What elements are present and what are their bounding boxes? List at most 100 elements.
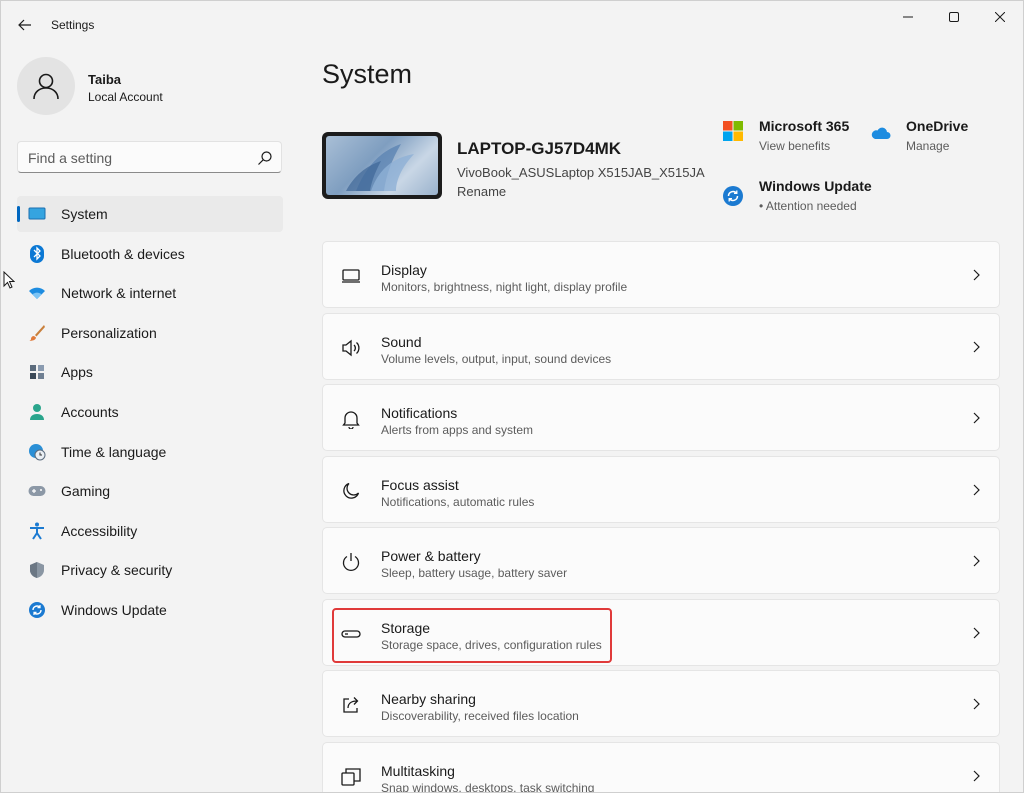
page-title: System [322, 59, 413, 89]
shield-icon [28, 561, 46, 579]
card-title: Notifications [381, 405, 458, 421]
card-subtitle: Storage space, drives, configuration rul… [381, 637, 602, 652]
card-title: Focus assist [381, 476, 459, 493]
card-subtitle: Snap windows, desktops, task switching [381, 780, 595, 793]
quick-link-subtitle: View benefits [759, 139, 831, 153]
card-subtitle: Discoverability, received files location [381, 709, 579, 723]
accessibility-icon [28, 522, 46, 540]
focus-assist-card[interactable]: Focus assist Notifications, automatic ru… [322, 455, 1000, 523]
multitasking-icon [340, 766, 362, 788]
chevron-right-icon [973, 770, 980, 781]
apps-icon [28, 363, 46, 381]
share-icon [340, 694, 362, 716]
search-input[interactable] [28, 148, 248, 168]
highlight-box [332, 607, 612, 663]
chevron-right-icon [973, 341, 980, 352]
sidebar-item-personalization[interactable]: Personalization [17, 315, 283, 351]
chevron-right-icon [973, 555, 980, 567]
user-avatar-icon [33, 73, 59, 100]
sidebar-item-gaming[interactable]: Gaming [17, 473, 283, 509]
onedrive-cloud-icon [871, 127, 891, 139]
card-subtitle: Notifications, automatic rules [381, 494, 535, 509]
card-title: Storage [381, 619, 431, 636]
quick-link-title: Windows Update [759, 178, 872, 194]
quick-link-subtitle: • Attention needed [759, 199, 857, 213]
notifications-card[interactable]: Notifications Alerts from apps and syste… [322, 384, 1000, 451]
sidebar-item-label: Bluetooth & devices [61, 245, 185, 262]
chevron-right-icon [973, 627, 980, 638]
maximize-button[interactable] [931, 1, 977, 33]
paintbrush-icon [28, 324, 46, 342]
chevron-right-icon [973, 412, 980, 424]
rename-link[interactable]: Rename [457, 184, 506, 199]
display-icon [340, 265, 362, 287]
sidebar-item-apps[interactable]: Apps [17, 354, 283, 390]
sidebar-item-accessibility[interactable]: Accessibility [17, 513, 283, 549]
storage-card[interactable]: Storage Storage space, drives, configura… [322, 598, 1000, 666]
bluetooth-icon [28, 244, 46, 263]
search-box[interactable] [17, 141, 282, 173]
sidebar-item-label: Accounts [61, 403, 119, 420]
card-subtitle: Monitors, brightness, night light, displ… [381, 280, 628, 294]
laptop-screen-icon [28, 205, 46, 223]
card-title: Multitasking [381, 762, 455, 779]
storage-drive-icon [340, 623, 362, 645]
sidebar-item-privacy-security[interactable]: Privacy & security [17, 552, 283, 588]
power-battery-card[interactable]: Power & battery Sleep, battery usage, ba… [322, 527, 1000, 594]
power-icon [340, 551, 362, 573]
speaker-icon [340, 337, 362, 359]
sidebar-item-label: Privacy & security [61, 562, 173, 579]
quick-link-subtitle: Manage [906, 139, 950, 153]
nearby-sharing-card[interactable]: Nearby sharing Discoverability, received… [322, 670, 1000, 737]
maximize-icon [949, 12, 959, 22]
gamepad-icon [28, 482, 46, 500]
sidebar-item-label: Time & language [61, 443, 167, 460]
multitasking-card[interactable]: Multitasking Snap windows, desktops, tas… [322, 741, 1000, 793]
card-subtitle: Alerts from apps and system [381, 423, 534, 437]
chevron-right-icon [973, 269, 980, 281]
app-title: Settings [51, 18, 95, 32]
minimize-button[interactable] [885, 1, 931, 33]
sidebar-item-label: Gaming [61, 483, 111, 500]
close-button[interactable] [977, 1, 1023, 33]
microsoft-365-link[interactable]: Microsoft 365 View benefits [722, 118, 852, 158]
sidebar-item-label: Windows Update [61, 601, 167, 618]
mouse-cursor-icon [3, 271, 15, 289]
sidebar-item-windows-update[interactable]: Windows Update [17, 592, 283, 628]
card-title: Sound [381, 333, 422, 350]
sidebar-item-bluetooth[interactable]: Bluetooth & devices [17, 236, 283, 272]
onedrive-link[interactable]: OneDrive Manage [869, 118, 999, 158]
sidebar-item-label: System [61, 206, 108, 222]
card-subtitle: Volume levels, output, input, sound devi… [381, 351, 612, 366]
sound-card[interactable]: Sound Volume levels, output, input, soun… [322, 312, 1000, 380]
sidebar-item-label: Accessibility [61, 522, 138, 539]
back-arrow-icon [18, 19, 31, 31]
close-icon [995, 12, 1005, 22]
sidebar-item-time-language[interactable]: Time & language [17, 434, 283, 470]
device-wallpaper-image [322, 132, 442, 199]
card-title: Power & battery [381, 548, 481, 564]
card-title: Display [381, 262, 427, 278]
search-icon[interactable] [257, 150, 273, 166]
display-card[interactable]: Display Monitors, brightness, night ligh… [322, 241, 1000, 308]
avatar[interactable] [17, 57, 75, 115]
sync-icon [28, 601, 46, 619]
settings-window: Settings Taiba Local Account Find a sett… [0, 0, 1024, 793]
device-name: LAPTOP-GJ57D4MK [457, 139, 622, 158]
quick-link-title: OneDrive [906, 118, 969, 134]
sidebar-item-network[interactable]: Network & internet [17, 275, 283, 311]
chevron-right-icon [973, 698, 980, 710]
sidebar-item-label: Personalization [61, 324, 157, 341]
title-bar: Settings [1, 1, 1023, 47]
globe-clock-icon [28, 443, 46, 461]
chevron-right-icon [973, 484, 980, 495]
sidebar-item-system[interactable]: System [17, 196, 283, 232]
microsoft-logo-icon [723, 121, 743, 141]
sidebar-item-accounts[interactable]: Accounts [17, 394, 283, 430]
back-button[interactable] [11, 11, 39, 39]
bell-icon [340, 408, 362, 430]
card-subtitle: Sleep, battery usage, battery saver [381, 566, 568, 580]
windows-update-link[interactable]: Windows Update • Attention needed [722, 178, 882, 218]
minimize-icon [903, 16, 913, 18]
sidebar-item-label: Network & internet [61, 285, 177, 302]
